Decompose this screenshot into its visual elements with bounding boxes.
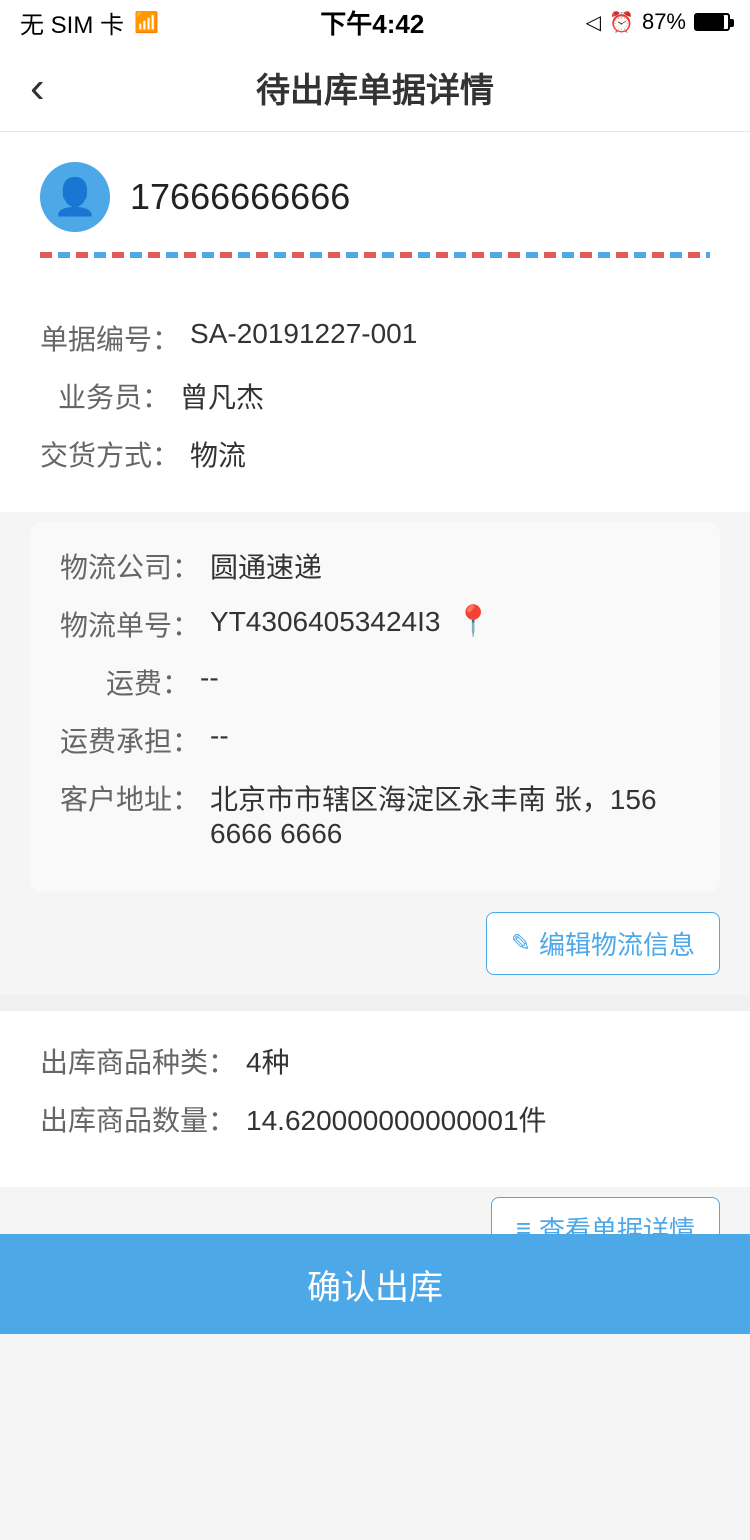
product-section: 出库商品种类： 4种 出库商品数量： 14.620000000000001件	[0, 1011, 750, 1187]
confirm-btn-text: 确认出库	[307, 1260, 443, 1309]
location-status-icon: ◁	[586, 10, 601, 35]
product-types-value: 4种	[246, 1041, 710, 1081]
salesperson-label: 业务员：	[40, 376, 180, 416]
delivery-row: 交货方式： 物流	[40, 434, 710, 474]
doc-no-value: SA-20191227-001	[190, 318, 710, 350]
product-quantity-label: 出库商品数量：	[40, 1099, 246, 1139]
logistics-company-row: 物流公司： 圆通速递	[60, 546, 690, 586]
freight-bearer-row: 运费承担： --	[60, 720, 690, 760]
product-types-label: 出库商品种类：	[40, 1041, 246, 1081]
section-divider	[0, 995, 750, 1011]
battery-percent: 87%	[642, 9, 686, 35]
freight-value: --	[200, 662, 690, 694]
status-right: ◁ ⏰ 87%	[586, 9, 730, 35]
product-types-row: 出库商品种类： 4种	[40, 1041, 710, 1081]
dashed-divider	[40, 252, 710, 258]
freight-bearer-value: --	[210, 720, 690, 752]
status-bar: 无 SIM 卡 📶 下午4:42 ◁ ⏰ 87%	[0, 0, 750, 44]
edit-btn-area: ✎ 编辑物流信息	[0, 912, 750, 995]
freight-label: 运费：	[60, 662, 200, 702]
page-title: 待出库单据详情	[256, 63, 494, 112]
avatar: 👤	[40, 162, 110, 232]
user-phone: 17666666666	[130, 176, 350, 218]
confirm-btn-area[interactable]: 确认出库	[0, 1234, 750, 1334]
carrier-text: 无 SIM 卡	[20, 5, 124, 40]
edit-logistics-button[interactable]: ✎ 编辑物流信息	[486, 912, 720, 975]
product-quantity-value: 14.620000000000001件	[246, 1099, 710, 1139]
freight-row: 运费： --	[60, 662, 690, 702]
logistics-company-value: 圆通速递	[210, 546, 690, 586]
status-time: 下午4:42	[320, 4, 424, 41]
nav-bar: ‹ 待出库单据详情	[0, 44, 750, 132]
address-label: 客户地址：	[60, 778, 210, 818]
status-left: 无 SIM 卡 📶	[20, 5, 159, 40]
address-value: 北京市市辖区海淀区永丰南 张，156 6666 6666	[210, 778, 690, 850]
logistics-tracking-row: 物流单号： YT43064053424I3 📍	[60, 604, 690, 644]
freight-bearer-label: 运费承担：	[60, 720, 210, 760]
document-info-section: 单据编号： SA-20191227-001 业务员： 曾凡杰 交货方式： 物流	[0, 298, 750, 512]
battery-icon	[694, 13, 730, 31]
logistics-card: 物流公司： 圆通速递 物流单号： YT43064053424I3 📍 运费： -…	[30, 522, 720, 892]
map-pin-icon[interactable]: 📍	[454, 604, 491, 639]
logistics-company-label: 物流公司：	[60, 546, 210, 586]
user-header: 👤 17666666666	[40, 162, 710, 252]
doc-no-row: 单据编号： SA-20191227-001	[40, 318, 710, 358]
wifi-icon: 📶	[134, 10, 159, 35]
edit-btn-label: 编辑物流信息	[539, 925, 695, 962]
avatar-icon: 👤	[53, 176, 98, 218]
user-header-section: 👤 17666666666	[0, 132, 750, 298]
logistics-tracking-value: YT43064053424I3 📍	[210, 604, 690, 639]
delivery-value: 物流	[190, 434, 710, 474]
logistics-tracking-label: 物流单号：	[60, 604, 210, 644]
alarm-icon: ⏰	[609, 10, 634, 35]
back-button[interactable]: ‹	[30, 63, 45, 113]
edit-icon: ✎	[511, 929, 531, 958]
salesperson-value: 曾凡杰	[180, 376, 710, 416]
address-row: 客户地址： 北京市市辖区海淀区永丰南 张，156 6666 6666	[60, 778, 690, 850]
doc-no-label: 单据编号：	[40, 318, 190, 358]
product-quantity-row: 出库商品数量： 14.620000000000001件	[40, 1099, 710, 1139]
salesperson-row: 业务员： 曾凡杰	[40, 376, 710, 416]
delivery-label: 交货方式：	[40, 434, 190, 474]
